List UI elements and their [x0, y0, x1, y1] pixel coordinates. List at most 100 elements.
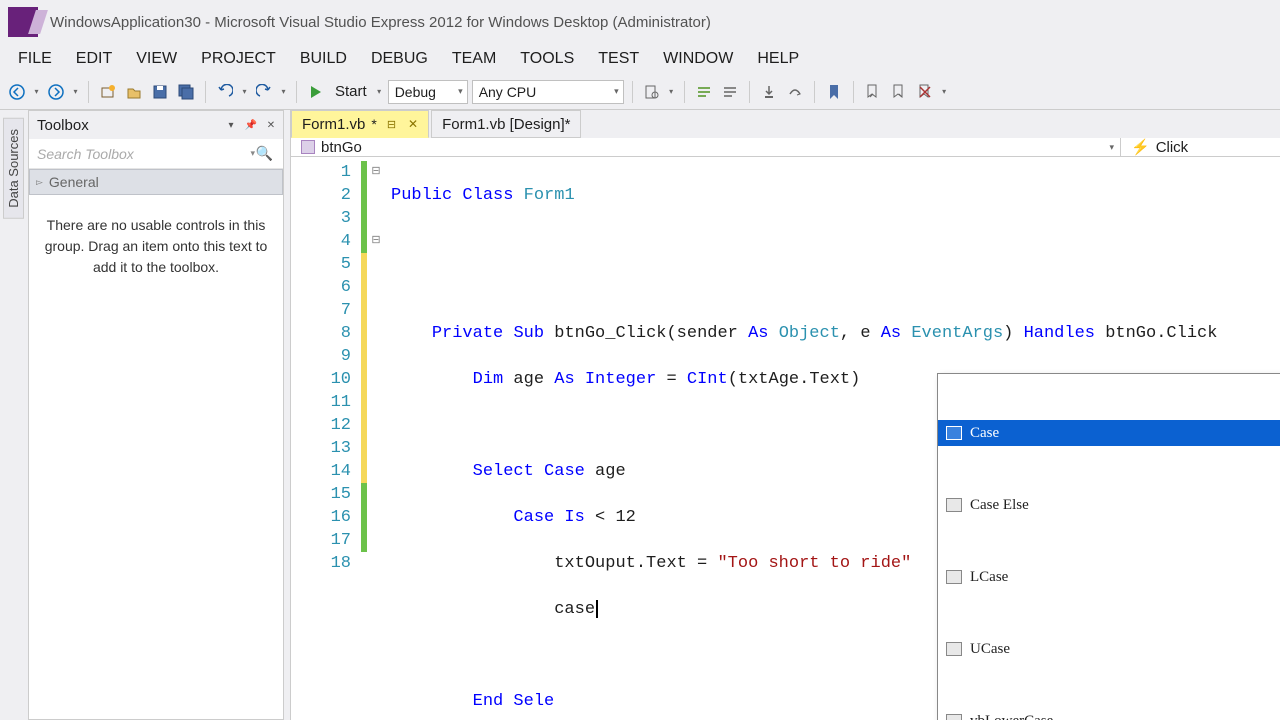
toolbox-search-input[interactable]: Search Toolbox 🔍 ▾ — [29, 139, 283, 169]
step-into-button[interactable] — [758, 81, 780, 103]
menu-help[interactable]: HELP — [745, 46, 811, 72]
intellisense-item[interactable]: vbLowerCase — [938, 708, 1280, 720]
code-editor[interactable]: 123 456 789 101112 131415 161718 ⊟ ⊟ Pub… — [291, 157, 1280, 720]
intellisense-popup: Case Case Else LCase UCase vbLowerCase v… — [937, 373, 1280, 720]
uncomment-button[interactable] — [719, 81, 741, 103]
toolbar-overflow[interactable]: ▾ — [940, 81, 949, 103]
fold-toggle-icon[interactable]: ⊟ — [367, 161, 385, 184]
nav-back-dropdown[interactable]: ▾ — [32, 81, 41, 103]
toolbar-separator — [296, 81, 297, 103]
redo-button[interactable] — [253, 81, 275, 103]
toolbar-separator — [632, 81, 633, 103]
toolbar-separator — [88, 81, 89, 103]
menu-tools[interactable]: TOOLS — [508, 46, 586, 72]
data-sources-tab[interactable]: Data Sources — [3, 118, 24, 219]
config-combo[interactable]: Debug▾ — [388, 80, 468, 104]
menu-test[interactable]: TEST — [586, 46, 651, 72]
fold-strip: ⊟ ⊟ — [367, 157, 385, 720]
tab-form1-vb[interactable]: Form1.vb * ⊟ ✕ — [291, 110, 429, 138]
find-dropdown[interactable]: ▾ — [667, 81, 676, 103]
start-label[interactable]: Start — [331, 83, 371, 100]
platform-value: Any CPU — [479, 84, 537, 100]
fold-toggle-icon[interactable]: ⊟ — [367, 230, 385, 253]
line-number-gutter: 123 456 789 101112 131415 161718 — [291, 157, 361, 720]
method-icon — [946, 642, 962, 656]
save-button[interactable] — [149, 81, 171, 103]
keyword-icon — [946, 498, 962, 512]
text-caret — [596, 600, 598, 618]
object-icon — [301, 140, 315, 154]
nav-forward-button[interactable] — [45, 81, 67, 103]
menu-build[interactable]: BUILD — [288, 46, 359, 72]
menu-debug[interactable]: DEBUG — [359, 46, 440, 72]
intellisense-item[interactable]: Case — [938, 420, 1280, 446]
toolbox-title: Toolbox — [37, 117, 89, 134]
bookmark-button[interactable] — [823, 81, 845, 103]
open-file-button[interactable] — [123, 81, 145, 103]
method-icon — [946, 570, 962, 584]
intellisense-item[interactable]: LCase — [938, 564, 1280, 590]
member-nav-combo[interactable]: ⚡ Click — [1120, 138, 1280, 156]
next-bookmark-button[interactable] — [888, 81, 910, 103]
menu-edit[interactable]: EDIT — [64, 46, 124, 72]
toolbar-separator — [749, 81, 750, 103]
save-all-button[interactable] — [175, 81, 197, 103]
toolbox-panel: Toolbox ▾ 📌 ✕ Search Toolbox 🔍 ▾ ▻ Gener… — [28, 110, 284, 720]
step-over-button[interactable] — [784, 81, 806, 103]
search-icon: 🔍 — [256, 145, 273, 162]
new-project-button[interactable] — [97, 81, 119, 103]
toolbar-separator — [205, 81, 206, 103]
main-toolbar: ▾ ▾ ▾ ▾ Start ▾ Debug▾ Any CPU▾ ▾ ▾ — [0, 74, 1280, 110]
start-dropdown[interactable]: ▾ — [375, 81, 384, 103]
document-tabs: Form1.vb * ⊟ ✕ Form1.vb [Design]* — [291, 110, 1280, 138]
intellisense-item[interactable]: UCase — [938, 636, 1280, 662]
toolbar-separator — [684, 81, 685, 103]
menu-view[interactable]: VIEW — [124, 46, 189, 72]
navigation-bar: btnGo ▾ ⚡ Click — [291, 138, 1280, 157]
toolbox-close-icon[interactable]: ✕ — [263, 117, 279, 133]
toolbox-header: Toolbox ▾ 📌 ✕ — [29, 111, 283, 139]
left-rail: Data Sources — [0, 110, 26, 720]
nav-back-button[interactable] — [6, 81, 28, 103]
constant-icon — [946, 714, 962, 720]
vs-logo-icon — [8, 7, 38, 37]
platform-combo[interactable]: Any CPU▾ — [472, 80, 624, 104]
tab-label: Form1.vb — [302, 116, 365, 133]
toolbox-group-general[interactable]: ▻ General — [29, 169, 283, 195]
nav-forward-dropdown[interactable]: ▾ — [71, 81, 80, 103]
member-nav-value: Click — [1156, 139, 1189, 156]
menu-file[interactable]: FILE — [6, 46, 64, 72]
chevron-down-icon: ▾ — [1109, 142, 1114, 153]
start-debug-button[interactable] — [305, 81, 327, 103]
comment-out-button[interactable] — [693, 81, 715, 103]
toolbox-dropdown-icon[interactable]: ▾ — [223, 117, 239, 133]
main-area: Data Sources Toolbox ▾ 📌 ✕ Search Toolbo… — [0, 110, 1280, 720]
toolbox-pin-icon[interactable]: 📌 — [243, 117, 259, 133]
undo-button[interactable] — [214, 81, 236, 103]
code-text[interactable]: Public Class Form1 Private Sub btnGo_Cli… — [385, 157, 1280, 720]
intellisense-item[interactable]: Case Else — [938, 492, 1280, 518]
event-icon: ⚡ — [1131, 138, 1150, 156]
tab-pin-icon[interactable]: ⊟ — [387, 118, 396, 131]
tab-close-icon[interactable]: ✕ — [408, 117, 418, 131]
toolbox-empty-message: There are no usable controls in this gro… — [29, 195, 283, 298]
prev-bookmark-button[interactable] — [862, 81, 884, 103]
toolbox-group-label: General — [49, 174, 99, 190]
menu-window[interactable]: WINDOW — [651, 46, 745, 72]
menu-team[interactable]: TEAM — [440, 46, 508, 72]
window-title: WindowsApplication30 - Microsoft Visual … — [50, 14, 711, 31]
clear-bookmarks-button[interactable] — [914, 81, 936, 103]
dirty-indicator: * — [371, 116, 376, 132]
tab-form1-design[interactable]: Form1.vb [Design]* — [431, 110, 581, 138]
menu-project[interactable]: PROJECT — [189, 46, 288, 72]
toolbar-separator — [853, 81, 854, 103]
keyword-icon — [946, 426, 962, 440]
type-nav-combo[interactable]: btnGo ▾ — [291, 139, 1120, 156]
menu-bar: FILE EDIT VIEW PROJECT BUILD DEBUG TEAM … — [0, 44, 1280, 74]
find-in-files-button[interactable] — [641, 81, 663, 103]
search-dropdown-icon[interactable]: ▾ — [250, 148, 255, 159]
collapse-icon: ▻ — [36, 177, 43, 188]
undo-dropdown[interactable]: ▾ — [240, 81, 249, 103]
config-value: Debug — [395, 84, 436, 100]
redo-dropdown[interactable]: ▾ — [279, 81, 288, 103]
